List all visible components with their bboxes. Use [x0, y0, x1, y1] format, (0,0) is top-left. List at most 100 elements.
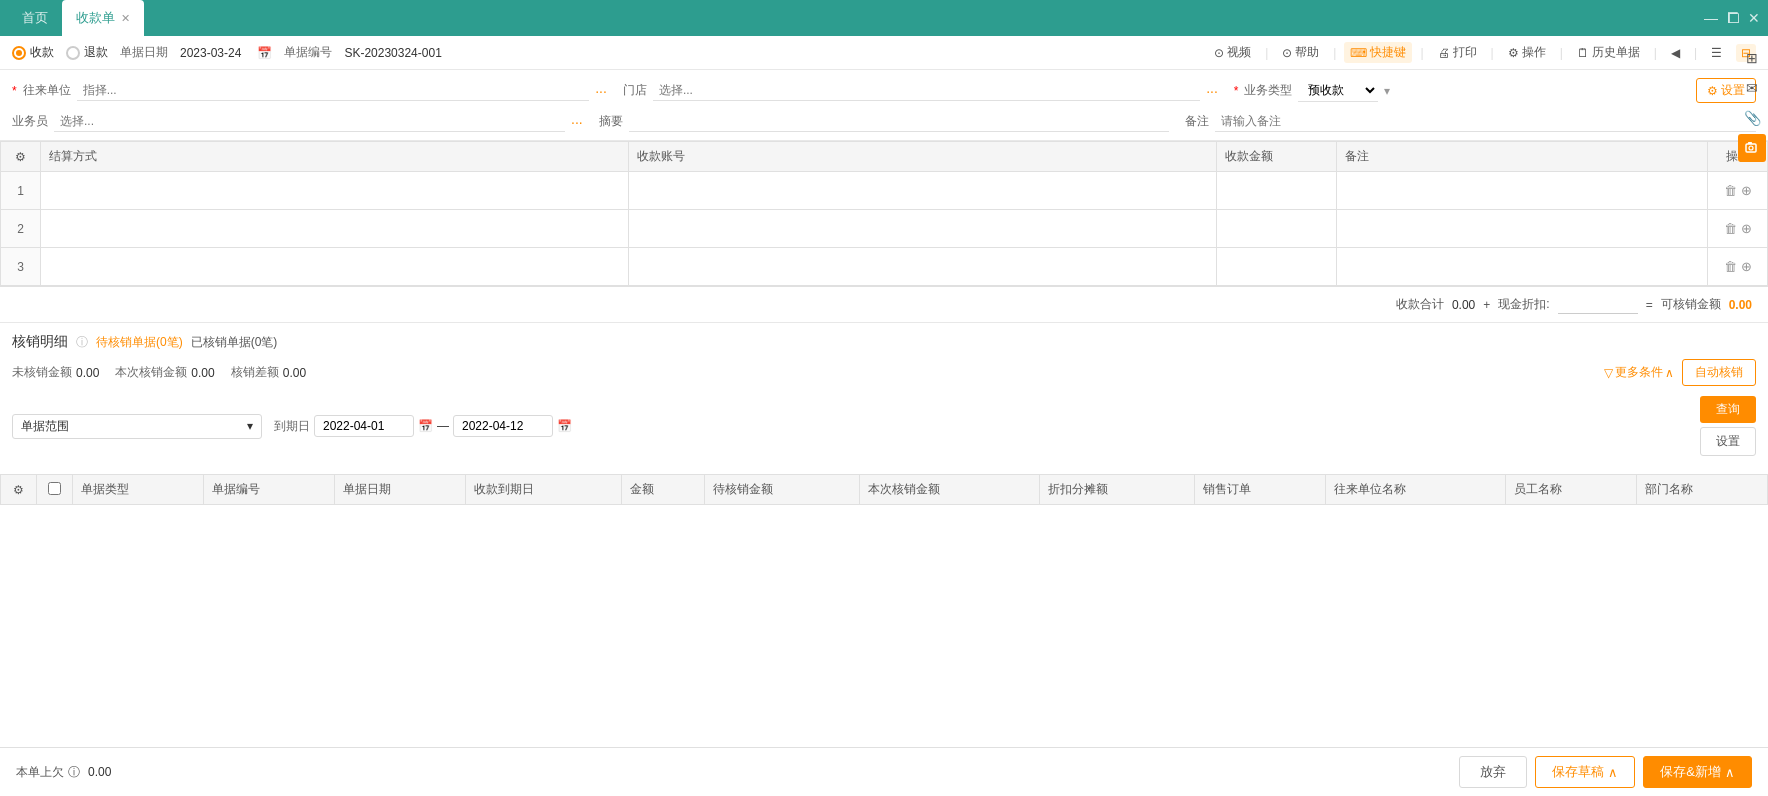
- row-2-settle[interactable]: [41, 210, 629, 248]
- partner-label: 往来单位: [23, 82, 71, 99]
- store-field: 门店 ···: [623, 80, 1218, 101]
- more-conditions-btn[interactable]: ▽ 更多条件 ∧: [1604, 364, 1674, 381]
- query-button[interactable]: 查询: [1700, 396, 1756, 423]
- nav-left-icon[interactable]: ◀: [1665, 44, 1686, 62]
- chevron-up-icon: ∧: [1665, 366, 1674, 380]
- minimize-icon[interactable]: —: [1704, 10, 1718, 26]
- row-2-remark[interactable]: [1337, 210, 1708, 248]
- col-amount-header: 金额: [621, 475, 704, 505]
- toolbar: 收款 退款 单据日期 2023-03-24 📅 单据编号 SK-20230324…: [0, 36, 1768, 70]
- row-3-settle[interactable]: [41, 248, 629, 286]
- store-more-btn[interactable]: ···: [1206, 83, 1218, 99]
- recon-filter-row: 单据范围 ▾ 到期日 📅 — 📅 查询 设置: [12, 396, 1756, 456]
- col-pending-header: 待核销金额: [704, 475, 859, 505]
- date-label: 单据日期: [120, 44, 168, 61]
- tab-close-icon[interactable]: ✕: [121, 12, 130, 25]
- cal-to-icon[interactable]: 📅: [557, 419, 572, 433]
- sidebar-mail-icon[interactable]: ✉: [1738, 74, 1766, 102]
- footer-info-icon[interactable]: ⓘ: [68, 764, 80, 781]
- help-icon: ⊙: [1282, 46, 1292, 60]
- table-settings-icon[interactable]: ⚙: [15, 150, 26, 164]
- sidebar-clip-icon[interactable]: 📎: [1738, 104, 1766, 132]
- settings-outline-button[interactable]: 设置: [1700, 427, 1756, 456]
- business-type-field: * 业务类型 预收款 ▾: [1234, 79, 1680, 102]
- bottom-table-settings-icon[interactable]: ⚙: [13, 483, 24, 497]
- row-3-copy-icon[interactable]: ⊕: [1741, 259, 1752, 274]
- radio-refund[interactable]: 退款: [66, 44, 108, 61]
- history-btn[interactable]: 🗒 历史单据: [1571, 42, 1646, 63]
- save-new-button[interactable]: 保存&新增 ∧: [1643, 756, 1752, 788]
- help-btn[interactable]: ⊙ 帮助: [1276, 42, 1325, 63]
- row-1-remark[interactable]: [1337, 172, 1708, 210]
- list-view-icon[interactable]: ☰: [1705, 44, 1728, 62]
- date-value: 2023-03-24: [180, 46, 241, 60]
- row-1-delete-icon[interactable]: 🗑: [1724, 183, 1737, 198]
- col-partner-header: 往来单位名称: [1326, 475, 1506, 505]
- form-area: * 往来单位 ··· 门店 ··· * 业务类型 预收款 ▾ ⚙ 设置: [0, 70, 1768, 141]
- sidebar-table-icon[interactable]: ⊞: [1738, 44, 1766, 72]
- col-discount-header: 折扣分摊额: [1039, 475, 1194, 505]
- dropdown-arrow-icon: ▾: [1384, 84, 1390, 98]
- sidebar-screenshot-icon[interactable]: [1738, 134, 1766, 162]
- row-2-delete-icon[interactable]: 🗑: [1724, 221, 1737, 236]
- business-type-select[interactable]: 预收款: [1298, 79, 1378, 102]
- available-value: 0.00: [1729, 298, 1752, 312]
- store-input[interactable]: [653, 80, 1200, 101]
- partner-more-btn[interactable]: ···: [595, 83, 607, 99]
- tab-receipt[interactable]: 收款单 ✕: [62, 0, 144, 36]
- row-3-account[interactable]: [629, 248, 1217, 286]
- shortcut-btn[interactable]: ⌨ 快捷键: [1344, 42, 1412, 63]
- table-row: 3 🗑 ⊕: [1, 248, 1768, 286]
- summary-field: 摘要: [599, 111, 1170, 132]
- print-btn[interactable]: 🖨 打印: [1432, 42, 1483, 63]
- staff-input[interactable]: [54, 111, 565, 132]
- range-dropdown[interactable]: 单据范围 ▾: [12, 414, 262, 439]
- row-1-copy-icon[interactable]: ⊕: [1741, 183, 1752, 198]
- row-2-copy-icon[interactable]: ⊕: [1741, 221, 1752, 236]
- auto-recon-button[interactable]: 自动核销: [1682, 359, 1756, 386]
- row-1-amount[interactable]: [1217, 172, 1337, 210]
- close-icon[interactable]: ✕: [1748, 10, 1760, 26]
- discount-input[interactable]: [1558, 295, 1638, 314]
- col-remark-header: 备注: [1337, 142, 1708, 172]
- row-3-num: 3: [1, 248, 41, 286]
- select-all-checkbox[interactable]: [48, 482, 61, 495]
- total-label: 收款合计: [1396, 296, 1444, 313]
- staff-more-btn[interactable]: ···: [571, 114, 583, 130]
- col-amount-header: 收款金额: [1217, 142, 1337, 172]
- save-draft-button[interactable]: 保存草稿 ∧: [1535, 756, 1635, 788]
- recon-header: 核销明细 ⓘ 待核销单据(0笔) 已核销单据(0笔): [12, 333, 1756, 351]
- row-1-account[interactable]: [629, 172, 1217, 210]
- tab-home[interactable]: 首页: [8, 0, 62, 36]
- video-btn[interactable]: ⊙ 视频: [1208, 42, 1257, 63]
- date-to-input[interactable]: [453, 415, 553, 437]
- partner-input[interactable]: [77, 80, 590, 101]
- col-staff-header: 员工名称: [1505, 475, 1636, 505]
- row-1-settle[interactable]: [41, 172, 629, 210]
- radio-receipt[interactable]: 收款: [12, 44, 54, 61]
- date-from-input[interactable]: [314, 415, 414, 437]
- calendar-icon[interactable]: 📅: [257, 46, 272, 60]
- row-2-amount[interactable]: [1217, 210, 1337, 248]
- abandon-button[interactable]: 放弃: [1459, 756, 1527, 788]
- recon-info-icon[interactable]: ⓘ: [76, 334, 88, 351]
- col-dept-header: 部门名称: [1636, 475, 1767, 505]
- gear-icon: ⚙: [1707, 84, 1718, 98]
- video-icon: ⊙: [1214, 46, 1224, 60]
- row-3-amount[interactable]: [1217, 248, 1337, 286]
- row-3-remark[interactable]: [1337, 248, 1708, 286]
- row-3-delete-icon[interactable]: 🗑: [1724, 259, 1737, 274]
- tab-bar: 首页 收款单 ✕ — ⧠ ✕: [0, 0, 1768, 36]
- remark-input[interactable]: [1215, 111, 1756, 132]
- tab-done[interactable]: 已核销单据(0笔): [191, 334, 278, 351]
- number-value: SK-20230324-001: [344, 46, 441, 60]
- summary-input[interactable]: [629, 111, 1170, 132]
- operation-btn[interactable]: ⚙ 操作: [1502, 42, 1552, 63]
- row-2-account[interactable]: [629, 210, 1217, 248]
- tab-pending[interactable]: 待核销单据(0笔): [96, 334, 183, 351]
- col-settle-header: 结算方式: [41, 142, 629, 172]
- total-value: 0.00: [1452, 298, 1475, 312]
- cal-from-icon[interactable]: 📅: [418, 419, 433, 433]
- restore-icon[interactable]: ⧠: [1726, 10, 1740, 26]
- svg-rect-0: [1746, 144, 1756, 152]
